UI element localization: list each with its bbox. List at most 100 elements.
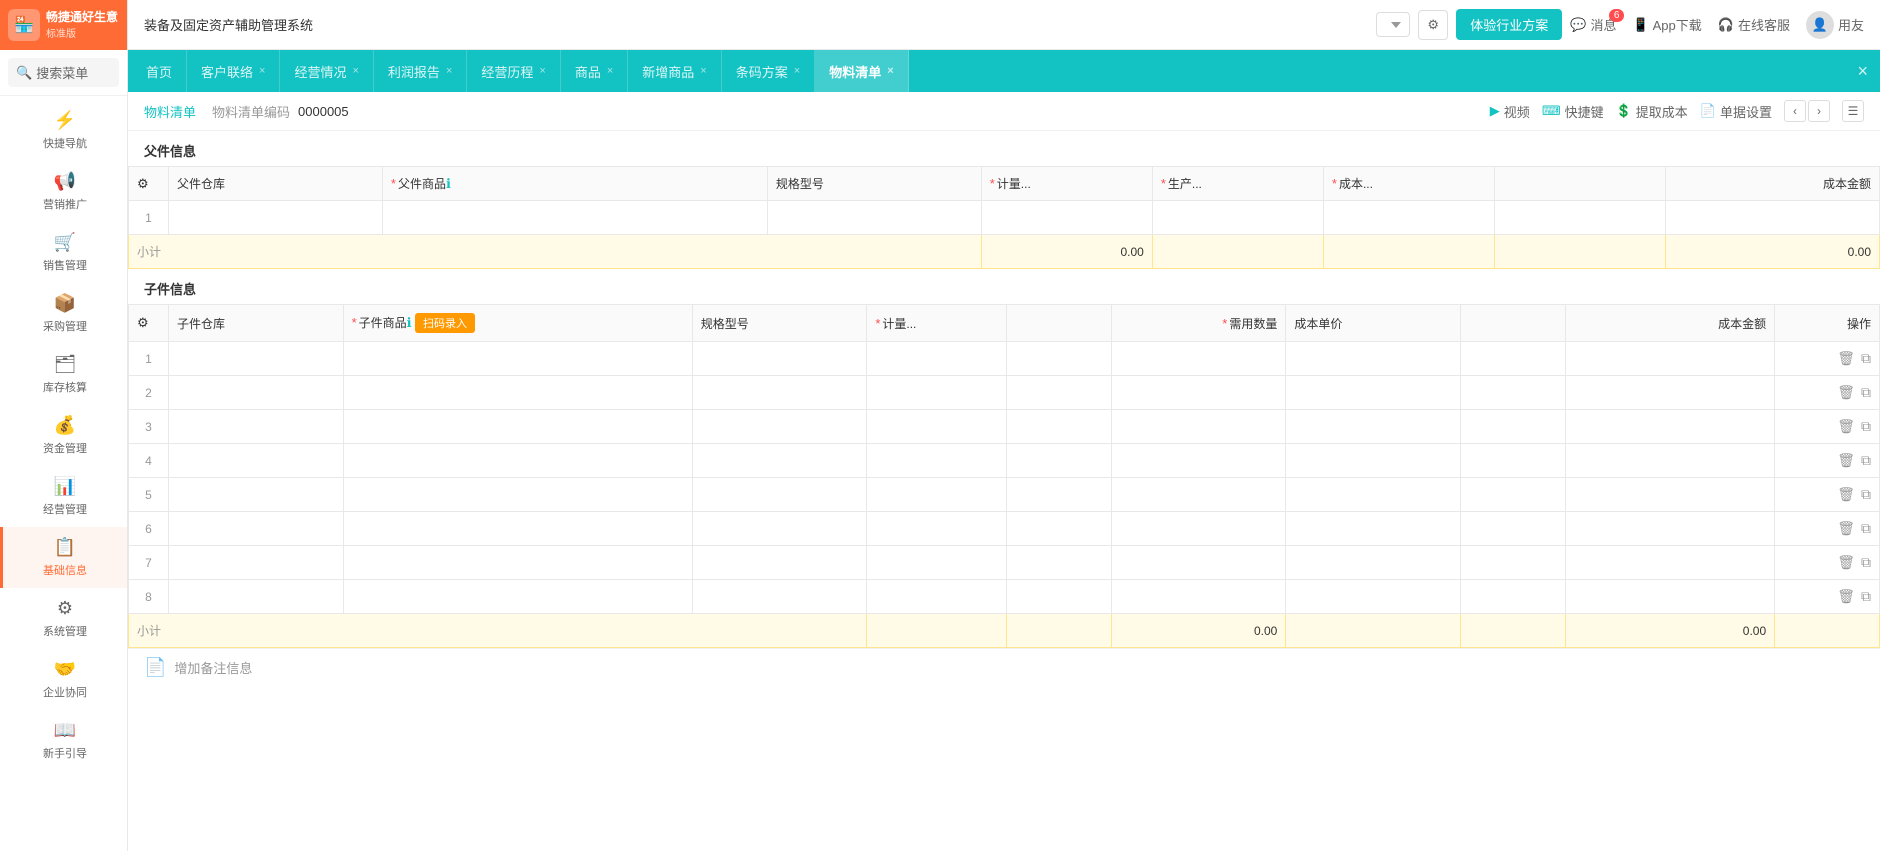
- sidebar-item-purchase[interactable]: 📦 采购管理: [0, 283, 127, 344]
- scan-input-button[interactable]: 扫码录入: [415, 313, 475, 333]
- shortcut-action[interactable]: ⌨ 快捷键: [1542, 102, 1604, 121]
- system-selector[interactable]: [1376, 12, 1410, 37]
- child-copy-1[interactable]: ⧉: [1861, 350, 1871, 367]
- child-unit-1[interactable]: [867, 342, 1007, 376]
- sidebar-item-label: 资金管理: [43, 440, 87, 456]
- tab-new-goods-close[interactable]: ×: [700, 65, 706, 77]
- message-button[interactable]: 💬 消息 6: [1570, 15, 1616, 34]
- child-copy-7[interactable]: ⧉: [1861, 554, 1871, 571]
- child-delete-7[interactable]: 🗑: [1837, 554, 1855, 571]
- trial-button[interactable]: 体验行业方案: [1456, 9, 1562, 40]
- tab-new-goods-label: 新增商品: [642, 62, 694, 81]
- tab-profit[interactable]: 利润报告 ×: [374, 50, 467, 92]
- next-arrow[interactable]: ›: [1808, 100, 1830, 122]
- child-goods-info-icon[interactable]: ℹ: [407, 315, 412, 330]
- child-goods-2[interactable]: [343, 376, 692, 410]
- child-copy-2[interactable]: ⧉: [1861, 384, 1871, 401]
- tab-history[interactable]: 经营历程 ×: [467, 50, 560, 92]
- tab-barcode-close[interactable]: ×: [794, 65, 800, 77]
- child-delete-2[interactable]: 🗑: [1837, 384, 1855, 401]
- child-settings-icon[interactable]: ⚙: [137, 315, 149, 330]
- child-row-num-3: 3: [129, 410, 169, 444]
- online-service-button[interactable]: 🎧 在线客服: [1718, 15, 1790, 34]
- child-delete-1[interactable]: 🗑: [1837, 350, 1855, 367]
- tab-profit-close[interactable]: ×: [446, 65, 452, 77]
- child-copy-5[interactable]: ⧉: [1861, 486, 1871, 503]
- child-spec-1[interactable]: [692, 342, 867, 376]
- parent-col-spec: 规格型号: [767, 167, 981, 201]
- app-download-button[interactable]: 📱 App下载: [1632, 15, 1701, 34]
- video-label: 视频: [1504, 102, 1530, 121]
- child-delete-5[interactable]: 🗑: [1837, 486, 1855, 503]
- logo-icon: 🏪: [8, 9, 40, 41]
- child-spec-2[interactable]: [692, 376, 867, 410]
- child-qty-2[interactable]: [1111, 376, 1286, 410]
- child-copy-4[interactable]: ⧉: [1861, 452, 1871, 469]
- sidebar-item-basic-info[interactable]: 📋 基础信息: [0, 527, 127, 588]
- child-unit-2[interactable]: [867, 376, 1007, 410]
- sidebar-item-guide[interactable]: 📖 新手引导: [0, 710, 127, 771]
- search-menu-button[interactable]: 🔍 搜索菜单: [8, 58, 119, 87]
- main-content: 装备及固定资产辅助管理系统 ⚙ 体验行业方案 💬 消息 6 📱 App下载 🎧 …: [128, 0, 1880, 851]
- child-copy-3[interactable]: ⧉: [1861, 418, 1871, 435]
- parent-warehouse-cell[interactable]: [169, 201, 383, 235]
- prev-arrow[interactable]: ‹: [1784, 100, 1806, 122]
- extract-cost-action[interactable]: 💲 提取成本: [1616, 102, 1688, 121]
- video-action[interactable]: ▶ 视频: [1490, 102, 1530, 121]
- child-delete-4[interactable]: 🗑: [1837, 452, 1855, 469]
- tab-history-close[interactable]: ×: [539, 65, 545, 77]
- parent-production-cell[interactable]: [1152, 201, 1323, 235]
- tab-new-goods[interactable]: 新增商品 ×: [628, 50, 721, 92]
- tab-home[interactable]: 首页: [132, 50, 187, 92]
- list-view-button[interactable]: ☰: [1842, 100, 1864, 122]
- breadcrumb-main[interactable]: 物料清单: [144, 102, 196, 121]
- settings-button[interactable]: ⚙: [1418, 10, 1448, 40]
- child-table-row: 1 🗑: [129, 342, 1880, 376]
- parent-spec-cell[interactable]: [767, 201, 981, 235]
- tab-barcode[interactable]: 条码方案 ×: [722, 50, 815, 92]
- parent-goods-info-icon[interactable]: ℹ: [446, 176, 451, 191]
- parent-unit-cell[interactable]: [981, 201, 1152, 235]
- child-copy-8[interactable]: ⧉: [1861, 588, 1871, 605]
- child-copy-6[interactable]: ⧉: [1861, 520, 1871, 537]
- child-col-settings: ⚙: [129, 305, 169, 342]
- tab-bom[interactable]: 物料清单 ×: [815, 50, 908, 92]
- sidebar-item-label: 系统管理: [43, 623, 87, 639]
- sidebar-item-system[interactable]: ⚙ 系统管理: [0, 588, 127, 649]
- parent-cost-cell[interactable]: [1323, 201, 1494, 235]
- child-qty-1[interactable]: [1111, 342, 1286, 376]
- sidebar-item-marketing[interactable]: 📢 营销推广: [0, 161, 127, 222]
- child-unit-cost-2[interactable]: [1286, 376, 1461, 410]
- extract-icon: 💲: [1616, 103, 1632, 119]
- sidebar-item-sales[interactable]: 🛒 销售管理: [0, 222, 127, 283]
- close-all-tabs[interactable]: ×: [1849, 61, 1876, 82]
- tab-customer-close[interactable]: ×: [259, 65, 265, 77]
- parent-goods-cell[interactable]: [382, 201, 767, 235]
- single-settings-action[interactable]: 📄 单据设置: [1700, 102, 1772, 121]
- tab-bom-close[interactable]: ×: [887, 65, 893, 77]
- child-unit-cost-1[interactable]: [1286, 342, 1461, 376]
- user-menu[interactable]: 👤 用友: [1806, 11, 1864, 39]
- sidebar-item-operations[interactable]: 📊 经营管理: [0, 466, 127, 527]
- sidebar-item-inventory[interactable]: 🗂 库存核算: [0, 344, 127, 405]
- child-subtotal-row: 小计 0.00 0.00: [129, 614, 1880, 648]
- tab-goods-close[interactable]: ×: [607, 65, 613, 77]
- sidebar-item-quick-nav[interactable]: ⚡ 快捷导航: [0, 100, 127, 161]
- tab-customer[interactable]: 客户联络 ×: [187, 50, 280, 92]
- child-actions-1: 🗑 ⧉: [1775, 342, 1880, 376]
- child-warehouse-1[interactable]: [169, 342, 344, 376]
- child-goods-1[interactable]: [343, 342, 692, 376]
- doc-settings-icon: 📄: [1700, 103, 1716, 119]
- tab-goods[interactable]: 商品 ×: [561, 50, 628, 92]
- child-delete-6[interactable]: 🗑: [1837, 520, 1855, 537]
- bottom-hint[interactable]: 增加备注信息: [174, 658, 252, 677]
- sidebar-item-enterprise[interactable]: 🤝 企业协同: [0, 649, 127, 710]
- settings-icon[interactable]: ⚙: [137, 176, 149, 191]
- child-delete-8[interactable]: 🗑: [1837, 588, 1855, 605]
- tab-operations-close[interactable]: ×: [352, 65, 358, 77]
- child-warehouse-2[interactable]: [169, 376, 344, 410]
- sidebar-item-finance[interactable]: 💰 资金管理: [0, 405, 127, 466]
- tab-operations[interactable]: 经营情况 ×: [280, 50, 373, 92]
- child-delete-3[interactable]: 🗑: [1837, 418, 1855, 435]
- parent-table: ⚙ 父件仓库 *父件商品ℹ 规格型号 *计量... *生产... *成本... …: [128, 166, 1880, 269]
